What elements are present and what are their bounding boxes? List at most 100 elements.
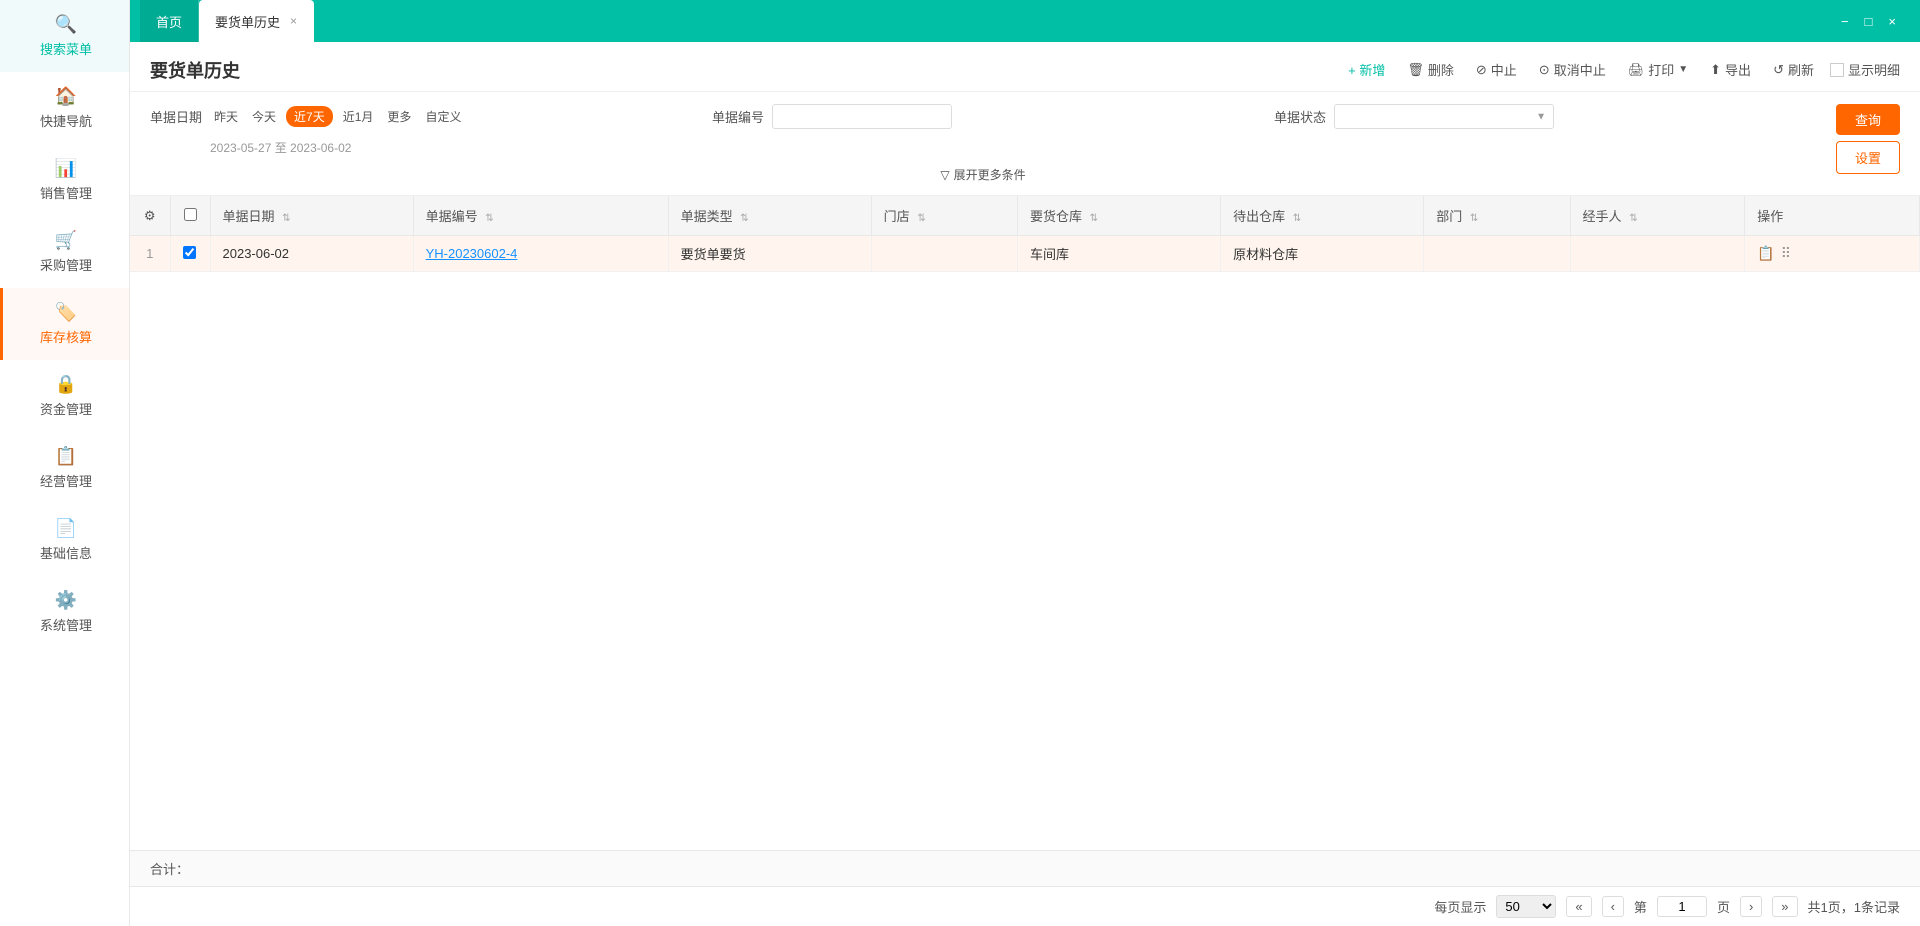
date-more[interactable]: 更多 [383,106,415,127]
delete-label: 删除 [1428,60,1454,79]
export-label: 导出 [1725,60,1751,79]
th-department[interactable]: 部门 ⇅ [1424,196,1570,236]
tab-requisition-history[interactable]: 要货单历史 × [199,0,314,42]
query-button[interactable]: 查询 [1836,104,1900,135]
select-all-checkbox[interactable] [184,208,197,221]
sidebar-item-label: 库存核算 [40,327,92,346]
docnumber-input[interactable] [772,104,952,129]
sort-icon: ⇅ [740,213,748,224]
print-button[interactable]: 🖨 打印 ▼ [1622,56,1694,83]
sort-icon: ⇅ [1090,213,1098,224]
sidebar-item-label: 基础信息 [40,543,92,562]
tab-close-icon[interactable]: × [290,14,297,28]
date-1month[interactable]: 近1月 [339,106,378,127]
docstatus-label: 单据状态 [1274,107,1326,126]
sort-icon: ⇅ [917,213,925,224]
page-content: 要货单历史 + 新增 🗑 删除 ⊘ 中止 ⊙ 取消中止 🖨 打印 [130,42,1920,926]
print-label: 打印 [1648,60,1674,79]
th-pending-warehouse[interactable]: 待出仓库 ⇅ [1221,196,1424,236]
more-action-icon[interactable]: ⠿ [1781,245,1791,262]
sort-icon: ⇅ [1293,213,1301,224]
refresh-button[interactable]: ↺ 刷新 [1767,56,1820,83]
sort-icon: ⇅ [1629,213,1637,224]
page-suffix: 页 [1717,897,1730,916]
sidebar-item-operations[interactable]: 📋 经营管理 [0,432,129,504]
sidebar-item-basic-info[interactable]: 📄 基础信息 [0,504,129,576]
sidebar-item-finance[interactable]: 🔒 资金管理 [0,360,129,432]
prev-page-button[interactable]: ‹ [1602,896,1624,917]
purchase-icon: 🛒 [55,230,77,251]
td-pending-warehouse: 原材料仓库 [1221,236,1424,272]
date-yesterday[interactable]: 昨天 [210,106,242,127]
first-page-button[interactable]: « [1566,896,1591,917]
view-action-icon[interactable]: 📋 [1757,245,1774,262]
date-7days[interactable]: 近7天 [286,106,333,127]
sidebar-item-system[interactable]: ⚙️ 系统管理 [0,576,129,648]
th-store[interactable]: 门店 ⇅ [871,196,1017,236]
date-today[interactable]: 今天 [248,106,280,127]
doc-number-link[interactable]: YH-20230602-4 [426,246,518,261]
sidebar-item-label: 搜索菜单 [40,39,92,58]
row-checkbox[interactable] [183,246,196,259]
cancel-stop-label: 取消中止 [1554,60,1606,79]
last-page-button[interactable]: » [1772,896,1797,917]
expand-label: 展开更多条件 [954,166,1026,183]
td-checkbox[interactable] [170,236,210,272]
page-title-bar: 要货单历史 + 新增 🗑 删除 ⊘ 中止 ⊙ 取消中止 🖨 打印 [130,42,1920,92]
sidebar-item-label: 销售管理 [40,183,92,202]
stop-button[interactable]: ⊘ 中止 [1470,56,1523,83]
system-icon: ⚙️ [55,590,77,611]
sidebar-item-search[interactable]: 🔍 搜索菜单 [0,0,129,72]
minimize-button[interactable]: − [1837,12,1853,31]
settings-button[interactable]: 设置 [1836,141,1900,174]
delete-icon: 🗑 [1407,62,1424,78]
sidebar-item-sales[interactable]: 📊 销售管理 [0,144,129,216]
new-button[interactable]: + 新增 [1342,56,1391,83]
tab-home[interactable]: 首页 [140,0,199,42]
cancel-stop-button[interactable]: ⊙ 取消中止 [1533,56,1612,83]
maximize-button[interactable]: □ [1861,12,1877,31]
sidebar-item-quicknav[interactable]: 🏠 快捷导航 [0,72,129,144]
th-handler[interactable]: 经手人 ⇅ [1570,196,1745,236]
search-menu-icon: 🔍 [55,14,77,35]
data-table: ⚙ 单据日期 ⇅ 单据编号 ⇅ 单据类型 [130,196,1920,272]
date-range-display: 2023-05-27 至 2023-06-02 [210,139,351,156]
export-button[interactable]: ⬆ 导出 [1704,56,1757,83]
docstatus-select[interactable] [1334,104,1554,129]
td-doc-type: 要货单要货 [668,236,871,272]
th-settings[interactable]: ⚙ [130,196,170,236]
sidebar-item-inventory[interactable]: 🏷️ 库存核算 [0,288,129,360]
expand-more-btn[interactable]: ▽ 展开更多条件 [150,162,1816,187]
sales-icon: 📊 [55,158,77,179]
close-button[interactable]: × [1884,12,1900,31]
refresh-icon: ↺ [1773,62,1784,78]
main-area: 首页 要货单历史 × − □ × 要货单历史 + 新增 🗑 删除 ⊘ [130,0,1920,926]
display-detail-toggle[interactable]: 显示明细 [1830,60,1900,79]
page-prefix: 第 [1634,897,1647,916]
toolbar-actions: + 新增 🗑 删除 ⊘ 中止 ⊙ 取消中止 🖨 打印 ▼ [1342,56,1900,83]
filter-row-1: 单据日期 昨天 今天 近7天 近1月 更多 自定义 [150,104,1816,129]
th-doc-number[interactable]: 单据编号 ⇅ [413,196,668,236]
th-doc-type[interactable]: 单据类型 ⇅ [668,196,871,236]
expand-icon: ▽ [940,168,949,182]
table-row[interactable]: 1 2023-06-02 YH-20230602-4 要货单要货 车间库 原材料… [130,236,1920,272]
th-checkbox[interactable] [170,196,210,236]
th-doc-date[interactable]: 单据日期 ⇅ [210,196,413,236]
td-department [1424,236,1570,272]
next-page-button[interactable]: › [1740,896,1762,917]
delete-button[interactable]: 🗑 删除 [1401,56,1460,83]
sidebar-item-label: 采购管理 [40,255,92,274]
inventory-icon: 🏷️ [55,302,77,323]
sidebar-item-label: 资金管理 [40,399,92,418]
sidebar-item-label: 快捷导航 [40,111,92,130]
th-req-warehouse[interactable]: 要货仓库 ⇅ [1018,196,1221,236]
date-custom[interactable]: 自定义 [421,106,465,127]
print-icon: 🖨 [1628,62,1645,78]
th-actions: 操作 [1745,196,1920,236]
pagination-bar: 每页显示 10 20 50 100 « ‹ 第 页 › » 共1页，1条记录 [130,886,1920,926]
page-size-select[interactable]: 10 20 50 100 [1496,895,1556,918]
page-size-label: 每页显示 [1434,897,1486,916]
td-doc-number: YH-20230602-4 [413,236,668,272]
sidebar-item-purchase[interactable]: 🛒 采购管理 [0,216,129,288]
page-number-input[interactable] [1657,896,1707,917]
